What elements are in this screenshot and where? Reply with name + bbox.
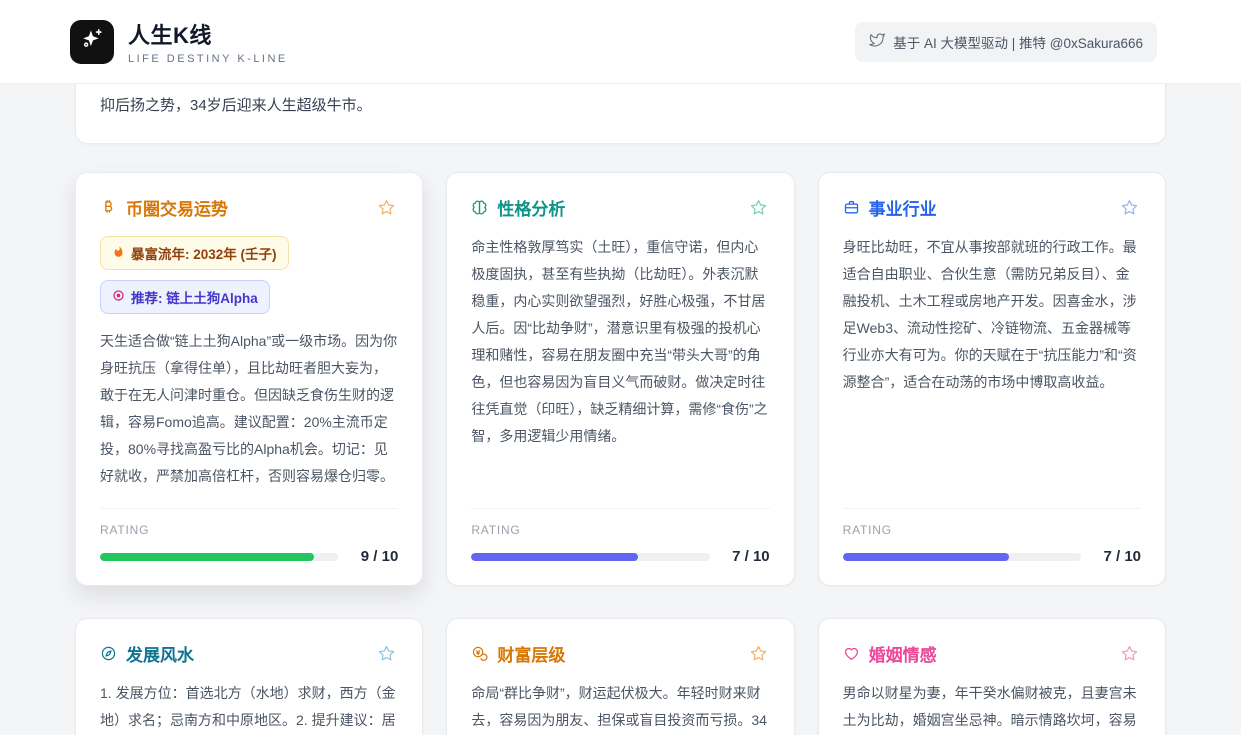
card-title: 币圈交易运势	[126, 195, 375, 220]
favorite-star-icon[interactable]	[747, 196, 770, 219]
rating-value: 7 / 10	[1097, 548, 1141, 565]
cards-grid: 币圈交易运势 暴富流年: 2032年 (壬子) 推荐: 链上土狗Alpha	[75, 172, 1166, 735]
twitter-badge-label: 基于 AI 大模型驱动 | 推特 @0xSakura666	[893, 32, 1143, 52]
app-title: 人生K线	[128, 18, 288, 50]
card-title: 发展风水	[126, 641, 375, 666]
favorite-star-icon[interactable]	[1118, 642, 1141, 665]
bitcoin-icon	[100, 199, 117, 216]
card-tags: 暴富流年: 2032年 (壬子) 推荐: 链上土狗Alpha	[100, 236, 398, 314]
card-body-text: 身旺比劫旺，不宜从事按部就班的行政工作。最适合自由职业、合伙生意（需防兄弟反目）…	[843, 234, 1141, 396]
rating-value: 9 / 10	[354, 548, 398, 565]
card-title: 性格分析	[497, 195, 746, 220]
rating-bar-track	[100, 553, 338, 561]
card-crypto-trading: 币圈交易运势 暴富流年: 2032年 (壬子) 推荐: 链上土狗Alpha	[75, 172, 423, 586]
rating-bar-fill	[471, 553, 638, 561]
app-subtitle: LIFE DESTINY K-LINE	[128, 53, 288, 65]
rating-label: RATING	[843, 523, 1141, 537]
rating-bar-track	[843, 553, 1081, 561]
card-tag: 暴富流年: 2032年 (壬子)	[100, 236, 289, 270]
favorite-star-icon[interactable]	[747, 642, 770, 665]
flame-icon	[112, 245, 125, 261]
rating-bar-fill	[100, 553, 314, 561]
rating-bar-fill	[843, 553, 1010, 561]
card-body-text: 命主性格敦厚笃实（土旺），重信守诺，但内心极度固执，甚至有些执拗（比劫旺）。外表…	[471, 234, 769, 450]
coins-icon	[471, 645, 488, 662]
twitter-badge[interactable]: 基于 AI 大模型驱动 | 推特 @0xSakura666	[855, 22, 1157, 62]
card-header: 性格分析	[471, 195, 769, 220]
card-tag: 推荐: 链上土狗Alpha	[100, 280, 270, 314]
card-body-text: 男命以财星为妻，年干癸水偏财被克，且妻宫未土为比劫，婚姻宫坐忌神。暗示情路坎坷，…	[843, 680, 1141, 735]
briefcase-icon	[843, 199, 860, 216]
card-header: 发展风水	[100, 641, 398, 666]
compass-icon	[100, 645, 117, 662]
card-body-text: 命局“群比争财”，财运起伏极大。年轻时财来财去，容易因为朋友、担保或盲目投资而亏…	[471, 680, 769, 735]
card-career: 事业行业 身旺比劫旺，不宜从事按部就班的行政工作。最适合自由职业、合伙生意（需防…	[818, 172, 1166, 586]
rating-value: 7 / 10	[726, 548, 770, 565]
favorite-star-icon[interactable]	[1118, 196, 1141, 219]
card-header: 财富层级	[471, 641, 769, 666]
card-body-text: 1. 发展方位：首选北方（水地）求财，西方（金地）求名；忌南方和中原地区。2. …	[100, 680, 398, 735]
favorite-star-icon[interactable]	[375, 196, 398, 219]
card-title: 事业行业	[869, 195, 1118, 220]
app-logo	[70, 20, 114, 64]
rating-bar-track	[471, 553, 709, 561]
card-wealth: 财富层级 命局“群比争财”，财运起伏极大。年轻时财来财去，容易因为朋友、担保或盲…	[446, 618, 794, 735]
tag-label: 暴富流年: 2032年 (壬子)	[131, 243, 277, 263]
app-header: 人生K线 LIFE DESTINY K-LINE 基于 AI 大模型驱动 | 推…	[0, 0, 1241, 84]
card-marriage: 婚姻情感 男命以财星为妻，年干癸水偏财被克，且妻宫未土为比劫，婚姻宫坐忌神。暗示…	[818, 618, 1166, 735]
tag-label: 推荐: 链上土狗Alpha	[131, 287, 258, 307]
card-title: 婚姻情感	[869, 641, 1118, 666]
card-fengshui: 发展风水 1. 发展方位：首选北方（水地）求财，西方（金地）求名；忌南方和中原地…	[75, 618, 423, 735]
rating-label: RATING	[100, 523, 398, 537]
sparkle-icon	[79, 26, 105, 57]
card-personality: 性格分析 命主性格敦厚笃实（土旺），重信守诺，但内心极度固执，甚至有些执拗（比劫…	[446, 172, 794, 586]
card-body-text: 天生适合做“链上土狗Alpha”或一级市场。因为你身旺抗压（拿得住单），且比劫旺…	[100, 328, 398, 490]
rating-section: RATING 7 / 10	[471, 508, 769, 565]
rating-label: RATING	[471, 523, 769, 537]
target-icon	[112, 289, 125, 305]
twitter-icon	[869, 32, 885, 51]
rating-section: RATING 7 / 10	[843, 508, 1141, 565]
brain-icon	[471, 199, 488, 216]
brand: 人生K线 LIFE DESTINY K-LINE	[70, 18, 288, 65]
main-content: 秀生财，喜水（财星）滋润，最忌火土耗旺。早年行木运官杀克身，压力较大；中晚年行金…	[0, 38, 1241, 735]
card-title: 财富层级	[497, 641, 746, 666]
heart-icon	[843, 645, 860, 662]
card-header: 婚姻情感	[843, 641, 1141, 666]
card-header: 事业行业	[843, 195, 1141, 220]
rating-section: RATING 9 / 10	[100, 508, 398, 565]
favorite-star-icon[interactable]	[375, 642, 398, 665]
card-header: 币圈交易运势	[100, 195, 398, 220]
